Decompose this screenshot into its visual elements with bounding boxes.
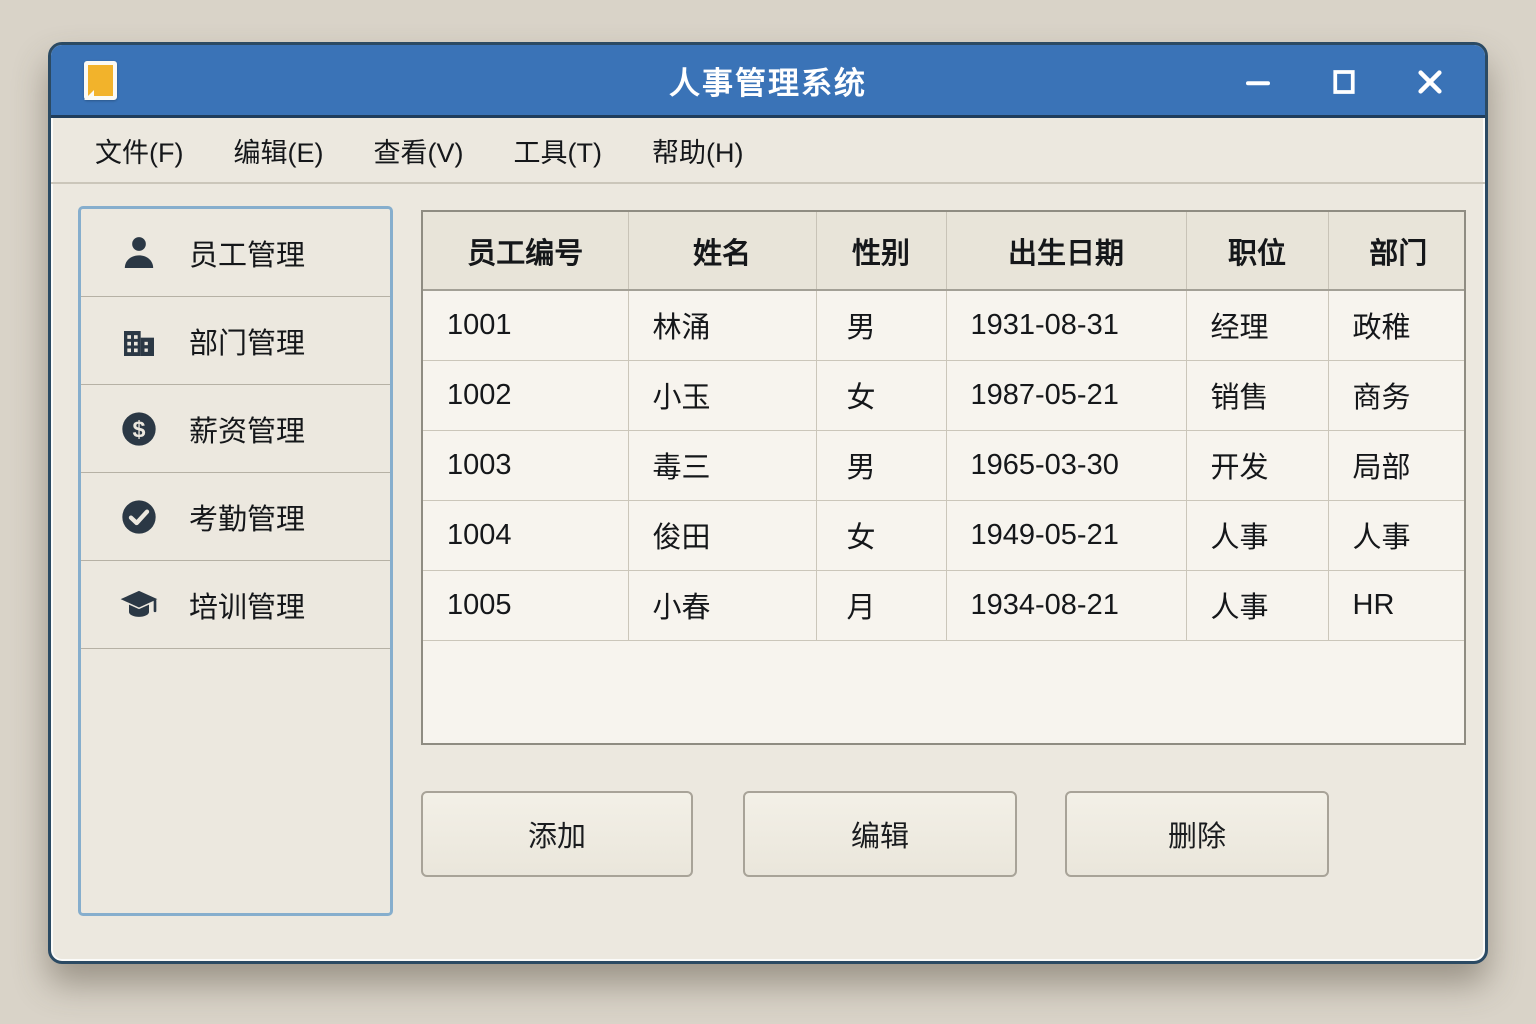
cell-name: 小玉: [628, 360, 817, 431]
cell-employee-id: 1001: [423, 290, 629, 361]
action-bar: 添加 编辑 删除: [421, 791, 1466, 877]
delete-button[interactable]: 删除: [1065, 791, 1329, 877]
menu-view[interactable]: 查看(V): [371, 127, 465, 174]
cell-birthdate: 1949-05-21: [946, 500, 1187, 571]
column-header-gender: 性别: [816, 212, 947, 291]
app-window: 人事管理系统 文件(F) 编辑(E) 查看(V) 工具(T) 帮助(H) 员工管…: [48, 42, 1488, 964]
column-header-department: 部门: [1328, 212, 1464, 291]
cell-department: 局部: [1328, 430, 1464, 501]
cell-gender: 男: [816, 430, 947, 501]
svg-text:$: $: [133, 416, 146, 442]
sidebar-item-departments[interactable]: 部门管理: [81, 297, 390, 385]
menu-bar: 文件(F) 编辑(E) 查看(V) 工具(T) 帮助(H): [51, 118, 1485, 184]
main-area: 员工管理 部门管理 $ 薪资管理 考勤管理 培训管理 员工编号 姓名 性别 出生…: [51, 184, 1485, 961]
table-row[interactable]: 1002 小玉 女 1987-05-21 销售 商务: [423, 360, 1464, 431]
minimize-button[interactable]: [1241, 65, 1275, 99]
cell-name: 林涌: [628, 290, 817, 361]
edit-button[interactable]: 编辑: [743, 791, 1017, 877]
title-bar: 人事管理系统: [51, 45, 1485, 118]
dollar-icon: $: [122, 411, 156, 446]
column-header-name: 姓名: [628, 212, 817, 291]
cell-name: 小春: [628, 570, 817, 641]
sidebar-item-label: 培训管理: [189, 591, 306, 624]
menu-file[interactable]: 文件(F): [93, 127, 185, 174]
cell-birthdate: 1965-03-30: [946, 430, 1187, 501]
cell-department: 政稚: [1328, 290, 1464, 361]
minimize-icon: [1246, 80, 1270, 85]
column-header-position: 职位: [1186, 212, 1329, 291]
table-header-row: 员工编号 姓名 性别 出生日期 职位 部门: [423, 212, 1464, 291]
cell-birthdate: 1987-05-21: [946, 360, 1187, 431]
sidebar-item-training[interactable]: 培训管理: [81, 561, 390, 649]
add-button[interactable]: 添加: [421, 791, 693, 877]
cell-employee-id: 1002: [423, 360, 629, 431]
cell-gender: 女: [816, 500, 947, 571]
menu-tools[interactable]: 工具(T): [511, 127, 603, 174]
cell-position: 销售: [1186, 360, 1329, 431]
sidebar-item-employees[interactable]: 员工管理: [81, 209, 390, 297]
cell-position: 人事: [1186, 500, 1329, 571]
menu-edit[interactable]: 编辑(E): [231, 127, 325, 174]
check-circle-icon: [122, 499, 156, 534]
cell-name: 毒三: [628, 430, 817, 501]
table-row[interactable]: 1001 林涌 男 1931-08-31 经理 政稚: [423, 290, 1464, 361]
cell-name: 俊田: [628, 500, 817, 571]
cell-gender: 女: [816, 360, 947, 431]
sidebar-item-label: 薪资管理: [189, 415, 306, 448]
building-icon: [124, 330, 154, 356]
cell-gender: 月: [816, 570, 947, 641]
cell-department: 商务: [1328, 360, 1464, 431]
table-row[interactable]: 1005 小春 月 1934-08-21 人事 HR: [423, 570, 1464, 641]
maximize-button[interactable]: [1327, 65, 1361, 99]
table-row[interactable]: 1003 毒三 男 1965-03-30 开发 局部: [423, 430, 1464, 501]
cell-position: 开发: [1186, 430, 1329, 501]
cell-position: 人事: [1186, 570, 1329, 641]
maximize-icon: [1333, 69, 1355, 94]
close-button[interactable]: [1413, 65, 1447, 99]
sidebar-item-label: 部门管理: [189, 327, 306, 360]
cell-employee-id: 1005: [423, 570, 629, 641]
sidebar-item-attendance[interactable]: 考勤管理: [81, 473, 390, 561]
menu-help[interactable]: 帮助(H): [650, 127, 745, 174]
column-header-employee-id: 员工编号: [423, 212, 629, 291]
cell-employee-id: 1003: [423, 430, 629, 501]
close-icon: [1418, 69, 1442, 94]
cell-birthdate: 1934-08-21: [946, 570, 1187, 641]
cell-department: 人事: [1328, 500, 1464, 571]
cell-department: HR: [1328, 570, 1464, 641]
sidebar-item-label: 员工管理: [189, 239, 306, 272]
cell-gender: 男: [816, 290, 947, 361]
window-controls: [1241, 45, 1447, 118]
cell-position: 经理: [1186, 290, 1329, 361]
column-header-birthdate: 出生日期: [946, 212, 1187, 291]
sidebar: 员工管理 部门管理 $ 薪资管理 考勤管理 培训管理: [78, 206, 393, 916]
cell-birthdate: 1931-08-31: [946, 290, 1187, 361]
user-icon: [124, 236, 154, 268]
cell-employee-id: 1004: [423, 500, 629, 571]
table-row[interactable]: 1004 俊田 女 1949-05-21 人事 人事: [423, 500, 1464, 571]
sidebar-item-label: 考勤管理: [189, 503, 306, 536]
employee-table: 员工编号 姓名 性别 出生日期 职位 部门 1001 林涌 男 1931-08-…: [421, 210, 1466, 745]
sidebar-item-payroll[interactable]: $ 薪资管理: [81, 385, 390, 473]
graduation-cap-icon: [120, 590, 158, 617]
